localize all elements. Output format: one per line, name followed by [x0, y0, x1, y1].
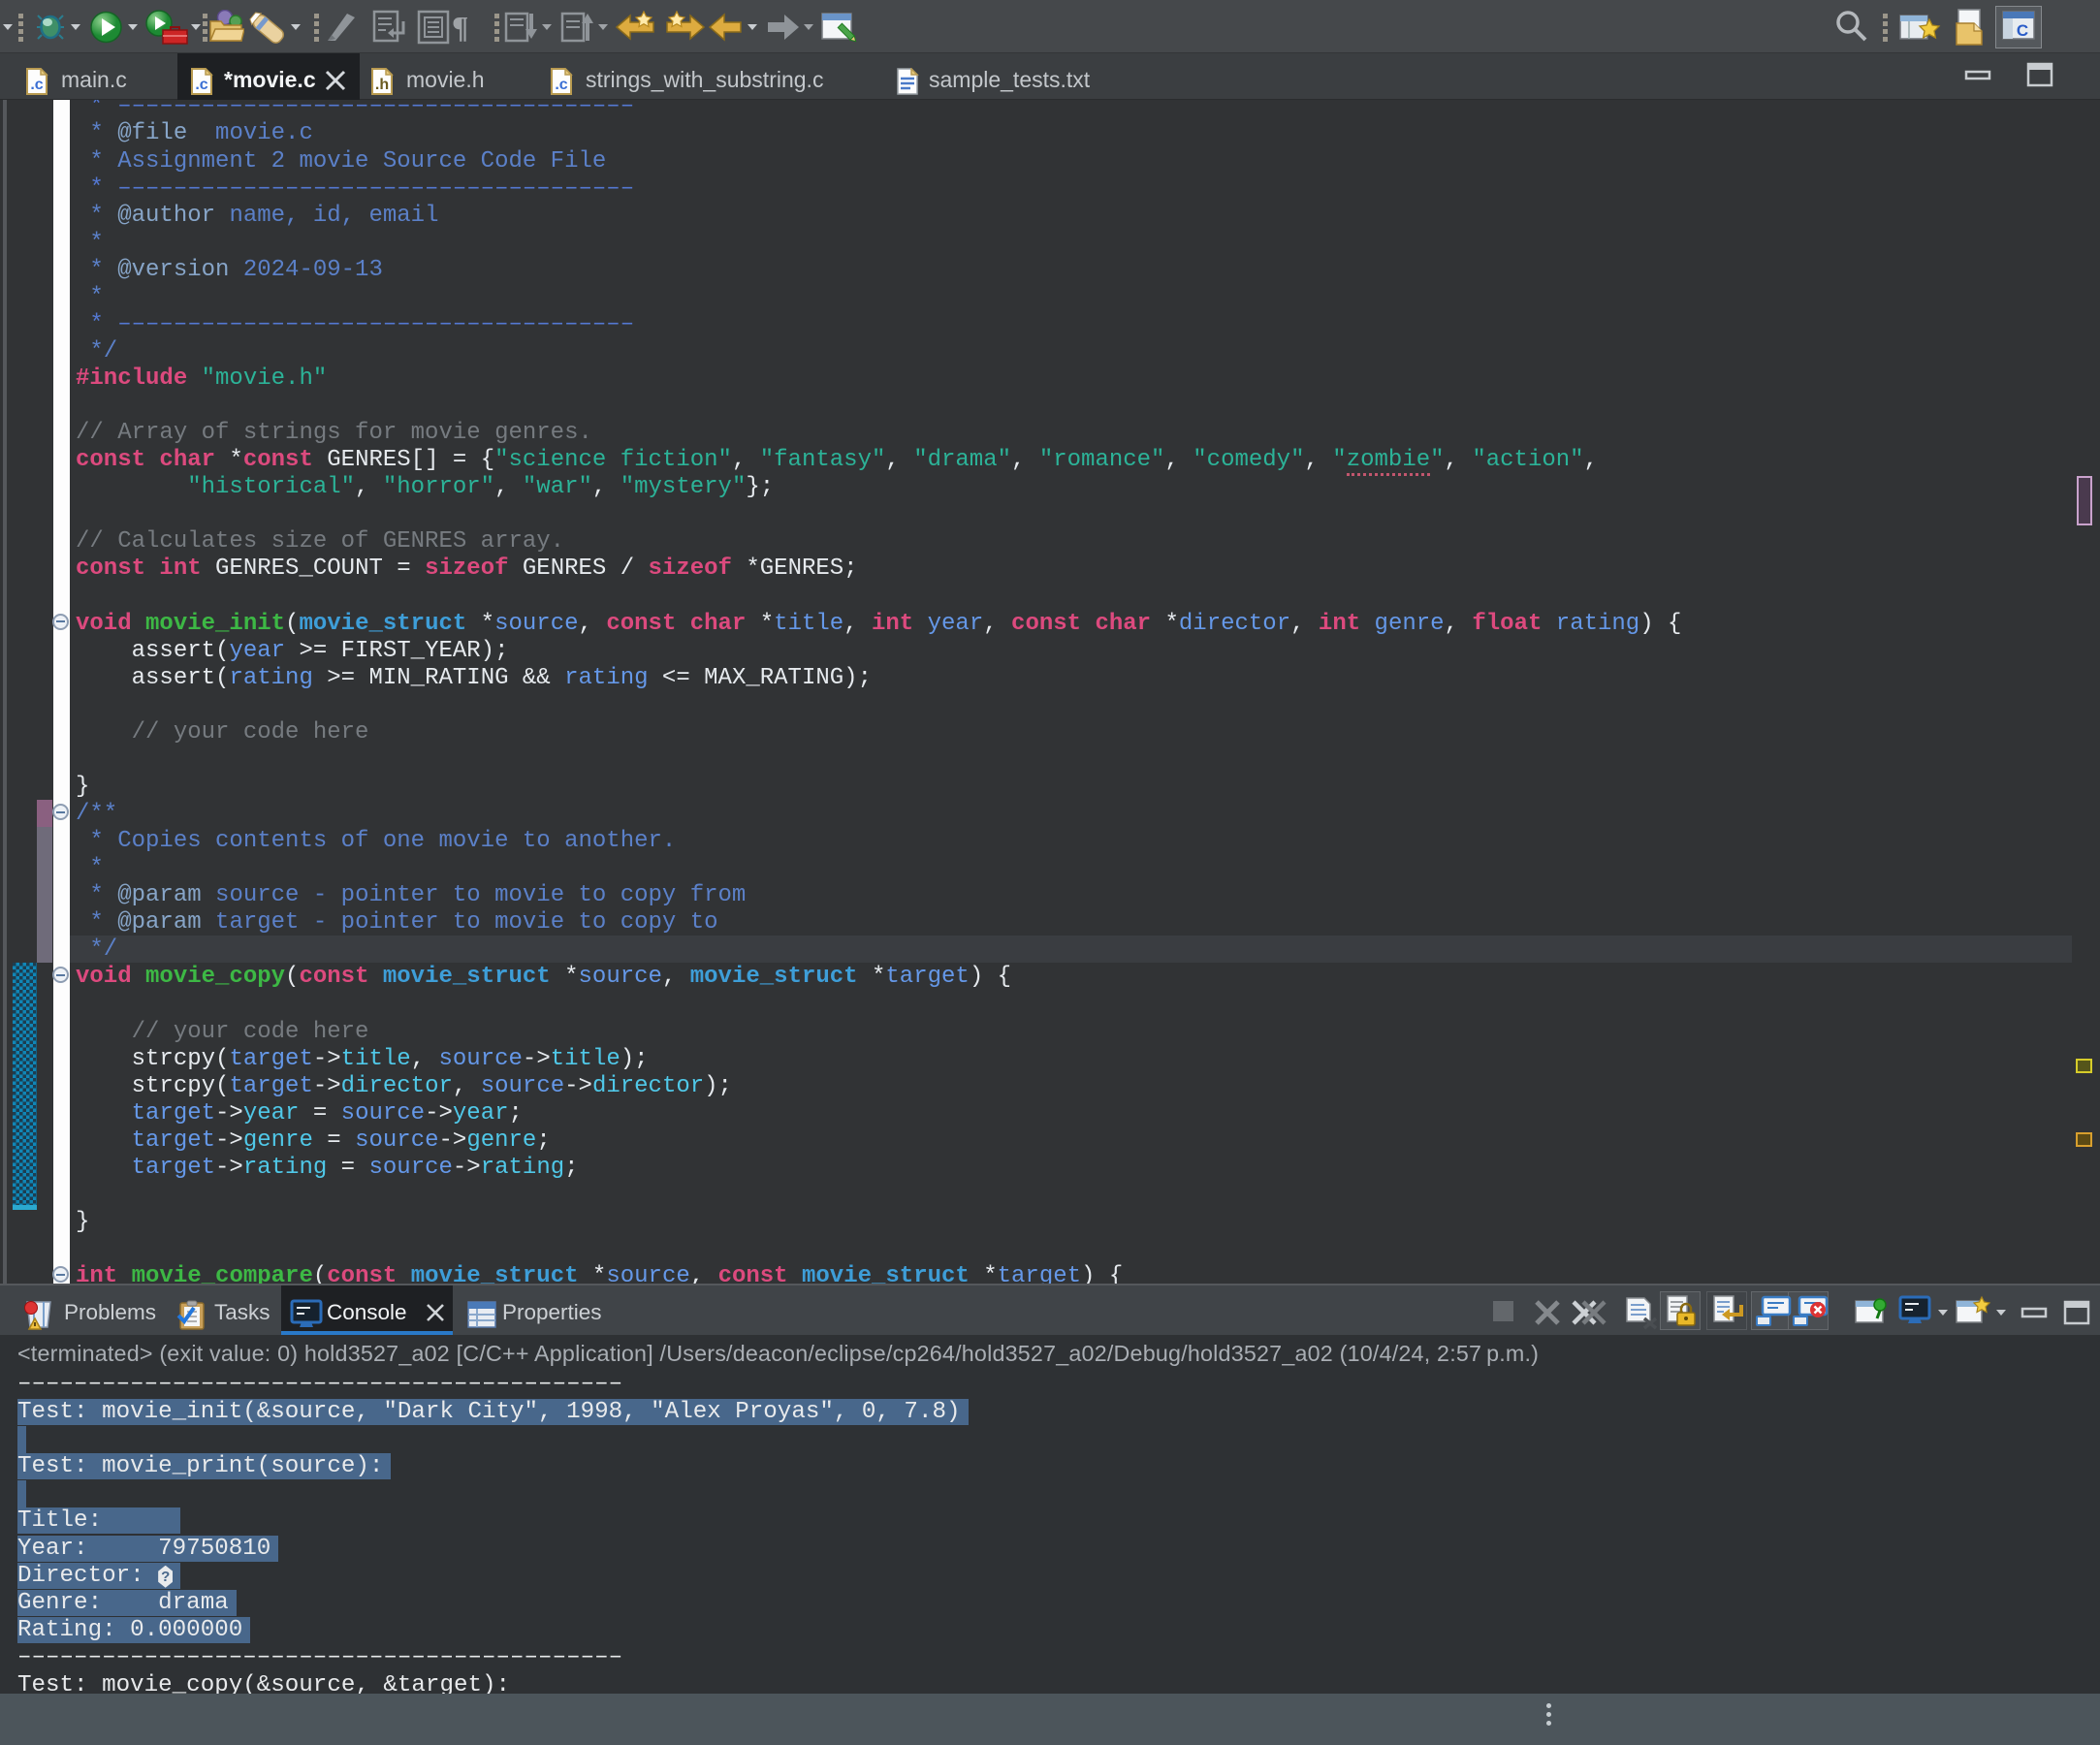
svg-text:.h: .h — [375, 77, 389, 93]
svg-text:.c: .c — [30, 77, 43, 93]
svg-text:.c: .c — [195, 77, 207, 93]
svg-text:C: C — [2017, 21, 2028, 40]
svg-text:.c: .c — [555, 77, 567, 93]
